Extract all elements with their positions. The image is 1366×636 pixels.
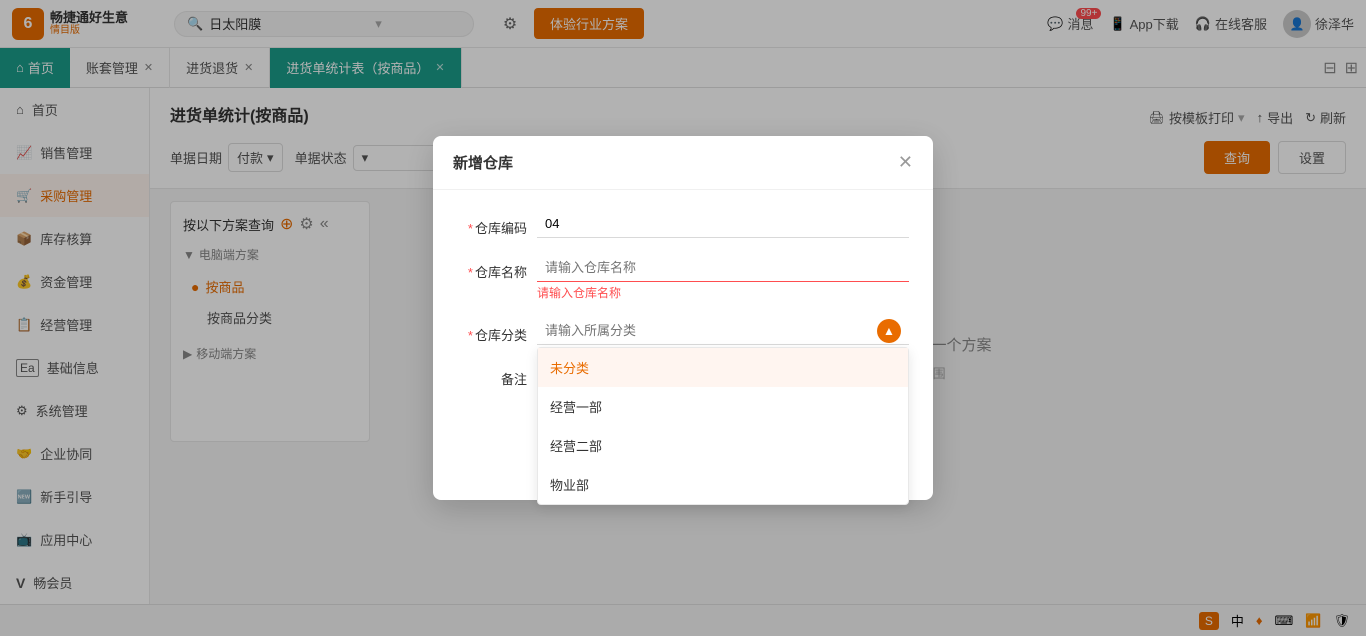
dialog-body: 仓库编码 仓库名称 请输入仓库名称 仓库分类 ▲ — [433, 190, 933, 432]
category-select-wrapper: ▲ — [537, 317, 909, 345]
dialog-overlay: 新增仓库 ✕ 仓库编码 仓库名称 请输入仓库名称 仓库分类 — [0, 0, 1366, 636]
name-input[interactable] — [537, 254, 909, 282]
category-dropdown-arrow[interactable]: ▲ — [877, 319, 901, 343]
note-label: 备注 — [457, 361, 537, 388]
category-dropdown-menu: 未分类 经营一部 经营二部 物业部 — [537, 347, 909, 505]
code-label: 仓库编码 — [457, 210, 537, 237]
dropdown-item-property[interactable]: 物业部 — [538, 465, 908, 504]
warehouse-category-row: 仓库分类 ▲ 未分类 经营一部 经营二部 物业部 — [457, 317, 909, 345]
code-control — [537, 210, 909, 238]
name-error-msg: 请输入仓库名称 — [537, 284, 909, 301]
category-label: 仓库分类 — [457, 317, 537, 344]
dropdown-item-dept1[interactable]: 经营一部 — [538, 387, 908, 426]
category-input[interactable] — [537, 317, 909, 345]
name-control: 请输入仓库名称 — [537, 254, 909, 301]
name-label: 仓库名称 — [457, 254, 537, 281]
dialog-header: 新增仓库 ✕ — [433, 136, 933, 190]
dropdown-item-uncategorized[interactable]: 未分类 — [538, 348, 908, 387]
code-input[interactable] — [537, 210, 909, 238]
add-warehouse-dialog: 新增仓库 ✕ 仓库编码 仓库名称 请输入仓库名称 仓库分类 — [433, 136, 933, 500]
category-control: ▲ 未分类 经营一部 经营二部 物业部 — [537, 317, 909, 345]
dialog-title: 新增仓库 — [453, 152, 513, 173]
dialog-close-button[interactable]: ✕ — [898, 152, 913, 173]
warehouse-name-row: 仓库名称 请输入仓库名称 — [457, 254, 909, 301]
warehouse-code-row: 仓库编码 — [457, 210, 909, 238]
dropdown-item-dept2[interactable]: 经营二部 — [538, 426, 908, 465]
